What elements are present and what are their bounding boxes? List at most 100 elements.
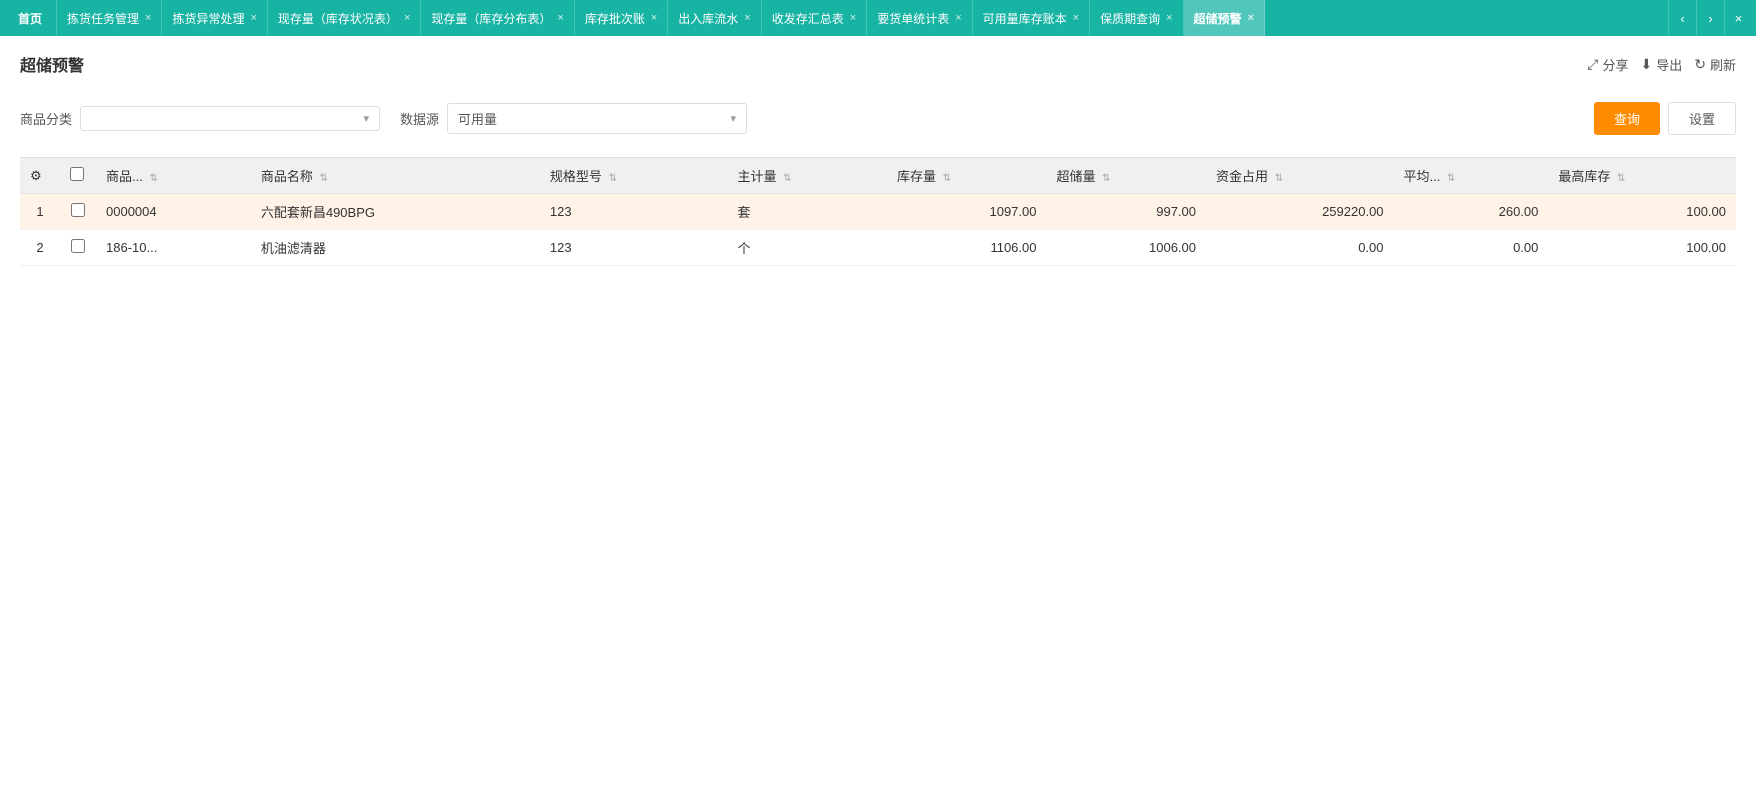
close-tab-7[interactable]: × <box>850 12 856 24</box>
data-table: ⚙ 商品... ⇅ 商品名称 ⇅ 规格型号 ⇅ 主计量 <box>20 157 1736 266</box>
set-button[interactable]: 设置 <box>1668 102 1736 135</box>
th-code[interactable]: 商品... ⇅ <box>96 158 251 194</box>
nav-tab-3[interactable]: 现存量（库存状况表） × <box>268 0 421 36</box>
sort-icon-unit: ⇅ <box>783 173 791 184</box>
table-header-row: ⚙ 商品... ⇅ 商品名称 ⇅ 规格型号 ⇅ 主计量 <box>20 158 1736 194</box>
nav-tab-11[interactable]: 超储预警 × <box>1184 0 1265 36</box>
table-row: 1 0000004 六配套新昌490BPG 123 套 1097.00 997.… <box>20 194 1736 230</box>
close-tab-10[interactable]: × <box>1166 12 1172 24</box>
category-chevron-icon: ▾ <box>363 112 369 125</box>
nav-tab-1[interactable]: 拣货任务管理 × <box>57 0 162 36</box>
export-button[interactable]: ⬇ 导出 <box>1641 55 1683 74</box>
row-unit-2: 个 <box>727 230 887 266</box>
nav-tab-6[interactable]: 出入库流水 × <box>668 0 761 36</box>
page-header: 超储预警 ⤢ 分享 ⬇ 导出 ↻ 刷新 <box>20 52 1736 76</box>
row-maxstock-1: 100.00 <box>1548 194 1736 230</box>
close-tab-9[interactable]: × <box>1073 12 1079 24</box>
row-over-2: 1006.00 <box>1046 230 1206 266</box>
row-check-1[interactable] <box>60 194 96 230</box>
nav-tab-10[interactable]: 保质期查询 × <box>1090 0 1183 36</box>
header-actions: ⤢ 分享 ⬇ 导出 ↻ 刷新 <box>1587 55 1736 74</box>
th-stock[interactable]: 库存量 ⇅ <box>887 158 1047 194</box>
filter-actions: 查询 设置 <box>1594 102 1736 135</box>
category-filter: 商品分类 ▾ <box>20 106 380 131</box>
row-capital-1: 259220.00 <box>1206 194 1394 230</box>
datasource-select[interactable]: 可用量 ▾ <box>447 103 747 134</box>
sort-icon-spec: ⇅ <box>609 173 617 184</box>
close-tab-4[interactable]: × <box>557 12 563 24</box>
query-button[interactable]: 查询 <box>1594 102 1660 135</box>
nav-arrows: ‹ › × <box>1668 0 1752 36</box>
sort-icon-avg: ⇅ <box>1447 173 1455 184</box>
nav-menu-btn[interactable]: × <box>1724 0 1752 36</box>
sort-icon-over: ⇅ <box>1102 173 1110 184</box>
nav-tab-8[interactable]: 要货单统计表 × <box>867 0 972 36</box>
share-button[interactable]: ⤢ 分享 <box>1587 55 1628 74</box>
nav-tab-9[interactable]: 可用量库存账本 × <box>973 0 1090 36</box>
row-capital-2: 0.00 <box>1206 230 1394 266</box>
refresh-icon: ↻ <box>1694 56 1706 73</box>
row-avg-2: 0.00 <box>1394 230 1549 266</box>
sort-icon-code: ⇅ <box>149 173 157 184</box>
close-tab-8[interactable]: × <box>955 12 961 24</box>
close-tab-11[interactable]: × <box>1248 12 1254 24</box>
th-unit[interactable]: 主计量 ⇅ <box>727 158 887 194</box>
row-spec-1: 123 <box>540 194 728 230</box>
share-icon: ⤢ <box>1587 56 1598 73</box>
close-tab-2[interactable]: × <box>250 12 256 24</box>
row-checkbox-2[interactable] <box>71 239 85 253</box>
datasource-chevron-icon: ▾ <box>731 112 737 125</box>
row-name-2: 机油滤清器 <box>251 230 540 266</box>
nav-tab-2[interactable]: 拣货异常处理 × <box>162 0 267 36</box>
close-tab-3[interactable]: × <box>404 12 410 24</box>
row-over-1: 997.00 <box>1046 194 1206 230</box>
row-unit-1: 套 <box>727 194 887 230</box>
row-name-1: 六配套新昌490BPG <box>251 194 540 230</box>
close-tab-6[interactable]: × <box>744 12 750 24</box>
sort-icon-capital: ⇅ <box>1275 173 1283 184</box>
th-capital[interactable]: 资金占用 ⇅ <box>1206 158 1394 194</box>
nav-tab-4[interactable]: 现存量（库存分布表） × <box>421 0 574 36</box>
datasource-label: 数据源 <box>400 109 439 128</box>
th-maxstock[interactable]: 最高库存 ⇅ <box>1548 158 1736 194</box>
nav-tab-7[interactable]: 收发存汇总表 × <box>762 0 867 36</box>
filter-bar: 商品分类 ▾ 数据源 可用量 ▾ 查询 设置 <box>20 92 1736 145</box>
refresh-button[interactable]: ↻ 刷新 <box>1694 55 1736 74</box>
nav-home[interactable]: 首页 <box>4 0 57 36</box>
close-tab-5[interactable]: × <box>651 12 657 24</box>
th-check[interactable] <box>60 158 96 194</box>
category-label: 商品分类 <box>20 109 72 128</box>
row-avg-1: 260.00 <box>1394 194 1549 230</box>
category-select[interactable]: ▾ <box>80 106 380 131</box>
th-spec[interactable]: 规格型号 ⇅ <box>540 158 728 194</box>
row-code-1: 0000004 <box>96 194 251 230</box>
datasource-value: 可用量 <box>458 109 497 128</box>
select-all-checkbox[interactable] <box>70 167 84 181</box>
table-row: 2 186-10... 机油滤清器 123 个 1106.00 1006.00 … <box>20 230 1736 266</box>
th-gear[interactable]: ⚙ <box>20 158 60 194</box>
row-check-2[interactable] <box>60 230 96 266</box>
close-tab-1[interactable]: × <box>145 12 151 24</box>
datasource-filter: 数据源 可用量 ▾ <box>400 103 747 134</box>
page-container: 超储预警 ⤢ 分享 ⬇ 导出 ↻ 刷新 商品分类 ▾ 数据源 <box>0 36 1756 800</box>
nav-tab-5[interactable]: 库存批次账 × <box>575 0 668 36</box>
th-avg[interactable]: 平均... ⇅ <box>1394 158 1549 194</box>
row-stock-2: 1106.00 <box>887 230 1047 266</box>
row-index-2: 2 <box>20 230 60 266</box>
row-spec-2: 123 <box>540 230 728 266</box>
th-over[interactable]: 超储量 ⇅ <box>1046 158 1206 194</box>
table-body: 1 0000004 六配套新昌490BPG 123 套 1097.00 997.… <box>20 194 1736 266</box>
nav-prev-btn[interactable]: ‹ <box>1668 0 1696 36</box>
row-maxstock-2: 100.00 <box>1548 230 1736 266</box>
export-icon: ⬇ <box>1641 56 1653 73</box>
sort-icon-stock: ⇅ <box>943 173 951 184</box>
gear-icon: ⚙ <box>30 168 42 183</box>
sort-icon-maxstock: ⇅ <box>1617 173 1625 184</box>
page-title: 超储预警 <box>20 52 84 76</box>
th-name[interactable]: 商品名称 ⇅ <box>251 158 540 194</box>
row-checkbox-1[interactable] <box>71 203 85 217</box>
nav-next-btn[interactable]: › <box>1696 0 1724 36</box>
row-index-1: 1 <box>20 194 60 230</box>
row-stock-1: 1097.00 <box>887 194 1047 230</box>
sort-icon-name: ⇅ <box>319 173 327 184</box>
